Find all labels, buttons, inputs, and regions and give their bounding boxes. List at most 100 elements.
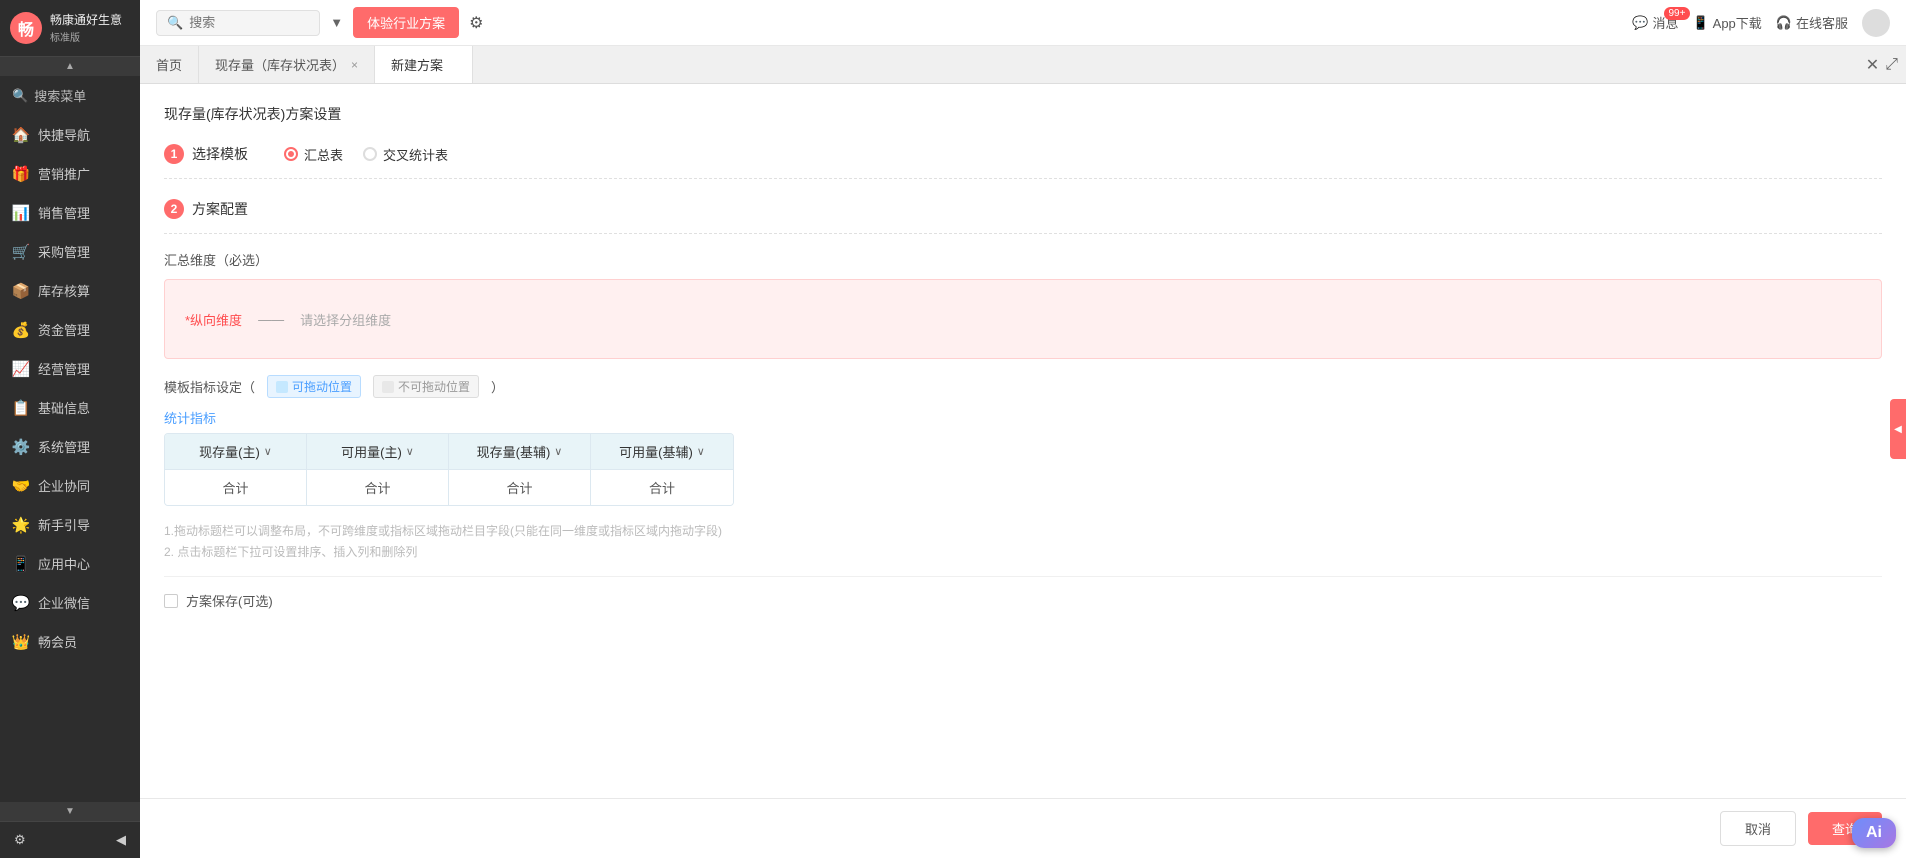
- handshake-icon: 🤝: [12, 477, 30, 495]
- sidebar-item-inventory[interactable]: 📦 库存核算: [0, 271, 140, 310]
- tips-section: 1.拖动标题栏可以调整布局，不可跨维度或指标区域拖动栏目字段(只能在同一维度或指…: [164, 522, 1882, 560]
- sidebar-item-label: 采购管理: [38, 242, 90, 261]
- tab-home[interactable]: 首页: [140, 46, 199, 83]
- search-icon: 🔍: [167, 15, 183, 31]
- collapse-icon[interactable]: ◀: [116, 832, 126, 848]
- step2-title: 方案配置: [192, 199, 248, 219]
- sidebar-item-label: 应用中心: [38, 554, 90, 573]
- app-download-button[interactable]: 📱 App下载: [1692, 13, 1761, 32]
- save-option-label: 方案保存(可选): [186, 591, 273, 610]
- sidebar-item-new-guide[interactable]: 🌟 新手引导: [0, 505, 140, 544]
- tab-close-window-icon[interactable]: ✕: [1866, 55, 1879, 75]
- clipboard-icon: 📋: [12, 399, 30, 417]
- app-version: 标准版: [50, 29, 122, 44]
- radio-cross-label: 交叉统计表: [383, 145, 448, 164]
- unmovable-badge: 不可拖动位置: [373, 375, 479, 398]
- box-icon: 📦: [12, 282, 30, 300]
- scroll-up-arrow[interactable]: ▲: [0, 57, 140, 76]
- sidebar-item-wechat[interactable]: 💬 企业微信: [0, 583, 140, 622]
- sidebar-item-cooperation[interactable]: 🤝 企业协同: [0, 466, 140, 505]
- col-cell-3: 合计: [449, 469, 591, 505]
- radio-cross[interactable]: 交叉统计表: [363, 145, 448, 164]
- tabs-right-controls: ✕ ⤢: [1866, 55, 1906, 75]
- sidebar-item-label: 销售管理: [38, 203, 90, 222]
- step2-header: 2 方案配置: [164, 199, 1882, 219]
- right-panel-icon: ◀: [1894, 424, 1902, 435]
- dimension-area[interactable]: *纵向维度 —— 请选择分组维度: [164, 279, 1882, 359]
- tab-expand-icon[interactable]: ⤢: [1885, 56, 1898, 74]
- trial-button[interactable]: 体验行业方案: [353, 7, 459, 38]
- tab-new-plan[interactable]: 新建方案 ×: [375, 46, 473, 83]
- radio-cross-circle: [363, 147, 377, 161]
- tab-close-new-plan[interactable]: ×: [449, 58, 456, 72]
- tip-1: 1.拖动标题栏可以调整布局，不可跨维度或指标区域拖动栏目字段(只能在同一维度或指…: [164, 522, 1882, 539]
- sidebar-item-label: 系统管理: [38, 437, 90, 456]
- scroll-down-arrow[interactable]: ▼: [0, 802, 140, 821]
- sidebar-item-app-center[interactable]: 📱 应用中心: [0, 544, 140, 583]
- header-search-input[interactable]: [189, 15, 309, 30]
- download-icon: 📱: [1692, 15, 1708, 31]
- sidebar-item-label: 基础信息: [38, 398, 90, 417]
- sidebar-nav: 🏠 快捷导航 🎁 营销推广 📊 销售管理 🛒 采购管理 📦 库存核算 💰 资金管…: [0, 115, 140, 802]
- home-icon: 🏠: [12, 126, 30, 144]
- radio-summary[interactable]: 汇总表: [284, 145, 343, 164]
- dimension-hint: 请选择分组维度: [300, 310, 391, 329]
- headset-icon: 🎧: [1776, 15, 1792, 31]
- sidebar-item-system[interactable]: ⚙️ 系统管理: [0, 427, 140, 466]
- tip-2: 2. 点击标题栏下拉可设置排序、插入列和删除列: [164, 543, 1882, 560]
- cart-icon: 🛒: [12, 243, 30, 261]
- settings-icon[interactable]: ⚙: [14, 832, 26, 848]
- unmovable-color-block: [382, 381, 394, 393]
- sidebar-item-vip[interactable]: 👑 畅会员: [0, 622, 140, 661]
- message-button[interactable]: 💬 消息 99+: [1632, 13, 1678, 32]
- col-cell-1: 合计: [165, 469, 307, 505]
- save-checkbox[interactable]: [164, 594, 178, 608]
- dimension-required-text: *纵向维度: [185, 310, 242, 329]
- sidebar-item-quick-nav[interactable]: 🏠 快捷导航: [0, 115, 140, 154]
- summary-dimension-label: 汇总维度（必选）: [164, 250, 1882, 269]
- stats-table-header: 现存量(主) ∨ 可用量(主) ∨ 现存量(基辅) ∨ 可用量(基辅): [165, 434, 733, 469]
- online-service-label: 在线客服: [1796, 13, 1848, 32]
- sidebar-item-sales[interactable]: 📊 销售管理: [0, 193, 140, 232]
- right-panel-toggle[interactable]: ◀: [1890, 399, 1906, 459]
- step1-divider: [164, 178, 1882, 179]
- step2-section: 2 方案配置 汇总维度（必选） *纵向维度 —— 请选择分组维度 模板指标设定（: [164, 199, 1882, 624]
- header-search-bar[interactable]: 🔍: [156, 10, 320, 36]
- sidebar-item-purchase[interactable]: 🛒 采购管理: [0, 232, 140, 271]
- user-avatar[interactable]: [1862, 9, 1890, 37]
- col-header-3[interactable]: 现存量(基辅) ∨: [449, 434, 591, 469]
- page-title: 现存量(库存状况表)方案设置: [164, 104, 1882, 124]
- sidebar-item-label: 快捷导航: [38, 125, 90, 144]
- col-cell-4: 合计: [591, 469, 733, 505]
- header-settings-icon[interactable]: ⚙: [469, 13, 483, 33]
- content-area: 现存量(库存状况表)方案设置 1 选择模板 汇总表 交叉统计表: [140, 84, 1906, 798]
- main-area: 🔍 ▼ 体验行业方案 ⚙ 💬 消息 99+ 📱 App下载 🎧 在线客服: [140, 0, 1906, 858]
- tab-inventory-status[interactable]: 现存量（库存状况表） ×: [199, 46, 375, 83]
- cancel-button[interactable]: 取消: [1720, 811, 1796, 846]
- phone-icon: 📱: [12, 555, 30, 573]
- sidebar-item-operations[interactable]: 📈 经营管理: [0, 349, 140, 388]
- sidebar-item-marketing[interactable]: 🎁 营销推广: [0, 154, 140, 193]
- tab-close-inventory[interactable]: ×: [351, 58, 358, 72]
- sidebar-search[interactable]: 🔍 搜索菜单: [0, 76, 140, 115]
- ai-label: Ai: [1866, 824, 1882, 841]
- unmovable-label: 不可拖动位置: [398, 378, 470, 395]
- indicator-closing: ）: [491, 377, 504, 396]
- ai-float-button[interactable]: Ai: [1852, 818, 1896, 848]
- col-header-2[interactable]: 可用量(主) ∨: [307, 434, 449, 469]
- sidebar-item-finance[interactable]: 💰 资金管理: [0, 310, 140, 349]
- radio-summary-label: 汇总表: [304, 145, 343, 164]
- col4-label: 可用量(基辅): [619, 442, 693, 461]
- sidebar-item-basic-info[interactable]: 📋 基础信息: [0, 388, 140, 427]
- sidebar-item-label: 营销推广: [38, 164, 90, 183]
- header-dropdown-icon[interactable]: ▼: [330, 15, 343, 30]
- online-service-button[interactable]: 🎧 在线客服: [1776, 13, 1848, 32]
- app-logo-icon: 畅: [10, 12, 42, 44]
- header-right: 💬 消息 99+ 📱 App下载 🎧 在线客服: [1632, 9, 1890, 37]
- col-header-1[interactable]: 现存量(主) ∨: [165, 434, 307, 469]
- col2-chevron: ∨: [406, 445, 414, 458]
- template-options: 汇总表 交叉统计表: [284, 145, 448, 164]
- col-header-4[interactable]: 可用量(基辅) ∨: [591, 434, 733, 469]
- radio-summary-circle: [284, 147, 298, 161]
- app-name: 畅康通好生意: [50, 12, 122, 29]
